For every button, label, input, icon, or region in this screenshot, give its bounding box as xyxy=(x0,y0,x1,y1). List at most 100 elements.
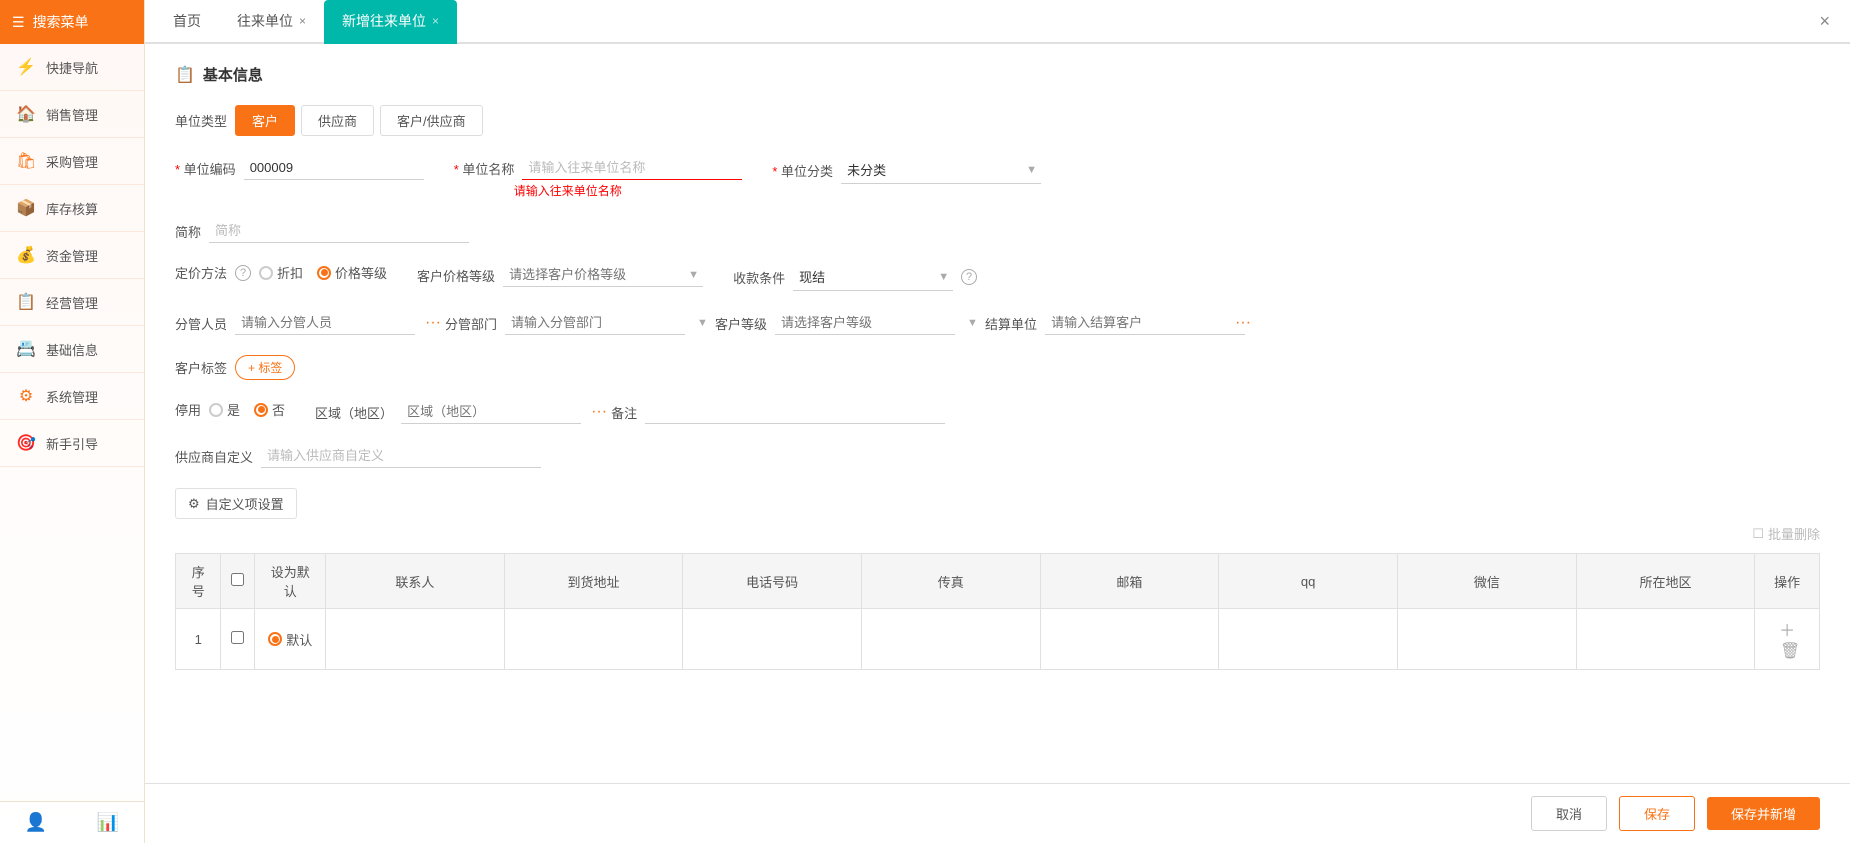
address-input[interactable] xyxy=(515,632,673,647)
td-address[interactable] xyxy=(504,609,683,670)
section-basic-info: 📋 基本信息 xyxy=(175,64,1820,85)
wechat-input[interactable] xyxy=(1408,632,1566,647)
department-label: 分管部门 xyxy=(445,314,497,333)
disabled-radio-group: 是 否 xyxy=(209,400,285,419)
disabled-yes-label: 是 xyxy=(227,400,240,419)
customer-price-level-arrow[interactable]: ▼ xyxy=(684,269,703,281)
customer-price-level-input[interactable] xyxy=(503,263,684,286)
th-email: 邮箱 xyxy=(1040,554,1219,609)
tab-home[interactable]: 首页 xyxy=(155,0,219,44)
custom-settings-btn[interactable]: ⚙ 自定义项设置 xyxy=(175,488,297,519)
customer-level-input[interactable] xyxy=(775,311,963,334)
sidebar-item-sales[interactable]: 🏠 销售管理 xyxy=(0,91,144,138)
td-checkbox[interactable] xyxy=(221,609,255,670)
contacts-table: 序号 设为默认 联系人 到货地址 电话号码 传真 邮箱 qq 微信 所在地区 操… xyxy=(175,553,1820,670)
remark-input[interactable] xyxy=(645,400,945,424)
td-wechat[interactable] xyxy=(1398,609,1577,670)
home-icon: 🏠 xyxy=(16,104,36,124)
manager-ellipsis[interactable]: ··· xyxy=(423,314,443,332)
td-action: ＋ 🗑 xyxy=(1755,609,1820,670)
department-select[interactable]: ▼ xyxy=(505,311,685,335)
sidebar-item-guide[interactable]: 🎯 新手引导 xyxy=(0,420,144,467)
section-icon: 📋 xyxy=(175,65,195,85)
email-input[interactable] xyxy=(1051,632,1209,647)
td-phone[interactable] xyxy=(683,609,862,670)
payment-terms-select[interactable]: 现结 ▼ xyxy=(793,263,953,291)
sidebar-item-system[interactable]: ⚙ 系统管理 xyxy=(0,373,144,420)
cancel-button[interactable]: 取消 xyxy=(1531,796,1607,831)
sidebar-search[interactable]: ☰ 搜索菜单 xyxy=(0,0,144,44)
sidebar-item-inventory[interactable]: 📦 库存核算 xyxy=(0,185,144,232)
unit-btn-both[interactable]: 客户/供应商 xyxy=(380,105,483,136)
pricing-level-radio[interactable]: 价格等级 xyxy=(317,263,387,282)
unit-type-label: 单位类型 xyxy=(175,111,227,130)
settlement-unit-select[interactable]: ··· xyxy=(1045,311,1245,335)
unit-btn-supplier[interactable]: 供应商 xyxy=(301,105,374,136)
tab-partners-close[interactable]: × xyxy=(299,14,306,28)
sidebar-item-quick-nav[interactable]: ⚡ 快捷导航 xyxy=(0,44,144,91)
pricing-help-icon[interactable]: ? xyxy=(235,265,251,281)
manager-input[interactable] xyxy=(235,311,423,334)
payment-terms-label: 收款条件 xyxy=(733,268,785,287)
department-input[interactable] xyxy=(505,311,693,334)
table-header-row: 序号 设为默认 联系人 到货地址 电话号码 传真 邮箱 qq 微信 所在地区 操… xyxy=(176,554,1820,609)
phone-input[interactable] xyxy=(693,632,851,647)
disabled-yes-radio[interactable]: 是 xyxy=(209,400,240,419)
sidebar-item-label: 销售管理 xyxy=(46,105,98,124)
fax-input[interactable] xyxy=(872,632,1030,647)
default-radio[interactable]: 默认 xyxy=(265,630,315,649)
disabled-no-radio[interactable]: 否 xyxy=(254,400,285,419)
supplier-custom-input[interactable] xyxy=(261,444,541,468)
save-new-button[interactable]: 保存并新增 xyxy=(1707,797,1820,830)
manager-select[interactable]: ··· xyxy=(235,311,415,335)
tab-bar-close-btn[interactable]: × xyxy=(1809,11,1840,32)
pricing-discount-radio[interactable]: 折扣 xyxy=(259,263,303,282)
department-arrow[interactable]: ▼ xyxy=(693,317,712,329)
sidebar-item-finance[interactable]: 💰 资金管理 xyxy=(0,232,144,279)
pricing-discount-label: 折扣 xyxy=(277,263,303,282)
td-email[interactable] xyxy=(1040,609,1219,670)
sidebar-item-basic-info[interactable]: 📇 基础信息 xyxy=(0,326,144,373)
row-checkbox[interactable] xyxy=(231,631,244,644)
content-area: 📋 基本信息 单位类型 客户 供应商 客户/供应商 单位编码 单位名 xyxy=(145,44,1850,783)
customer-level-select[interactable]: ▼ xyxy=(775,311,955,335)
sidebar-item-purchase[interactable]: 🛍 采购管理 xyxy=(0,138,144,185)
short-name-input[interactable] xyxy=(209,219,469,243)
unit-category-select[interactable]: 未分类 ▼ xyxy=(841,156,1041,184)
payment-terms-arrow[interactable]: ▼ xyxy=(934,271,953,283)
sidebar-collapse-btn[interactable]: 👤 xyxy=(0,802,72,843)
region-select[interactable]: ··· xyxy=(401,400,581,424)
settlement-unit-input[interactable] xyxy=(1045,311,1233,334)
tab-new-partner-close[interactable]: × xyxy=(432,14,439,28)
tab-new-partner[interactable]: 新增往来单位 × xyxy=(324,0,457,44)
row-add-btn[interactable]: ＋ xyxy=(1779,623,1795,640)
select-all-checkbox[interactable] xyxy=(231,573,244,586)
payment-terms-help-icon[interactable]: ? xyxy=(961,269,977,285)
save-button[interactable]: 保存 xyxy=(1619,796,1695,831)
batch-delete-label[interactable]: 批量删除 xyxy=(1768,524,1820,543)
settlement-unit-ellipsis[interactable]: ··· xyxy=(1233,314,1253,332)
row-region-input[interactable] xyxy=(1587,632,1745,647)
region-input[interactable] xyxy=(401,400,589,423)
contact-input[interactable] xyxy=(336,632,494,647)
sidebar-item-label: 库存核算 xyxy=(46,199,98,218)
unit-name-input[interactable] xyxy=(522,156,742,180)
td-fax[interactable] xyxy=(861,609,1040,670)
sidebar-search-label: 搜索菜单 xyxy=(33,12,89,32)
row-delete-btn[interactable]: 🗑 xyxy=(1780,643,1800,660)
customer-tag-btn[interactable]: + 标签 xyxy=(235,355,295,380)
customer-price-level-select[interactable]: ▼ xyxy=(503,263,703,287)
unit-category-arrow[interactable]: ▼ xyxy=(1022,164,1041,176)
tab-partners[interactable]: 往来单位 × xyxy=(219,0,324,44)
unit-btn-customer[interactable]: 客户 xyxy=(235,105,295,136)
td-qq[interactable] xyxy=(1219,609,1398,670)
qq-input[interactable] xyxy=(1229,632,1387,647)
unit-code-input[interactable] xyxy=(244,156,424,180)
td-num: 1 xyxy=(176,609,221,670)
customer-level-arrow[interactable]: ▼ xyxy=(963,317,982,329)
td-contact[interactable] xyxy=(326,609,505,670)
sidebar-settings-btn[interactable]: 📊 xyxy=(72,802,144,843)
sidebar-item-operations[interactable]: 📋 经营管理 xyxy=(0,279,144,326)
region-ellipsis[interactable]: ··· xyxy=(589,403,609,421)
td-region[interactable] xyxy=(1576,609,1755,670)
